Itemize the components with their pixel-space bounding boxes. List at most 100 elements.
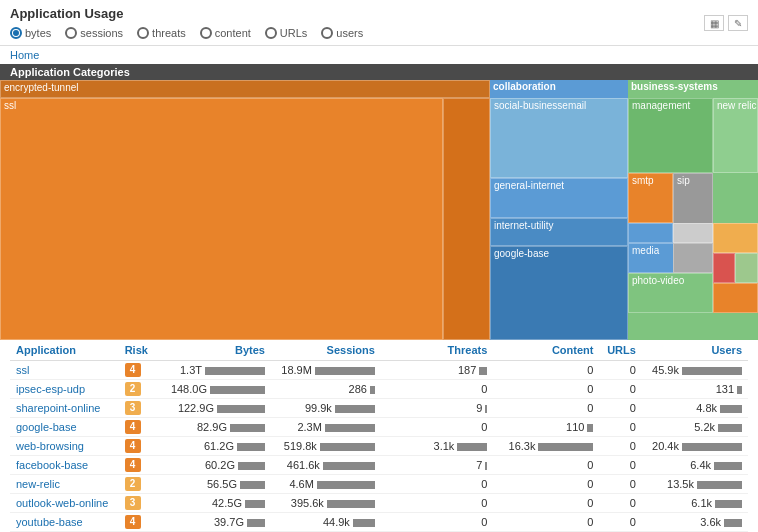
bar-users-5 [714, 462, 742, 470]
treemap-block-misc2[interactable] [713, 253, 735, 283]
cell-risk-6: 2 [119, 475, 156, 494]
app-link-7[interactable]: outlook-web-online [16, 497, 108, 509]
table-row: google-base482.9G2.3M011005.2k [10, 418, 748, 437]
cell-users-1: 131 [642, 380, 748, 399]
bar-bytes-6 [240, 481, 265, 489]
value-sessions-3: 2.3M [297, 421, 321, 433]
app-link-6[interactable]: new-relic [16, 478, 60, 490]
treemap-block-label-sip: sip [674, 174, 712, 187]
value-threats-8: 0 [481, 516, 487, 528]
cell-content-3: 110 [493, 418, 599, 437]
treemap-block-label-management: management [629, 99, 712, 112]
grid-view-button[interactable]: ▦ [704, 15, 724, 31]
radio-users[interactable]: users [321, 27, 363, 39]
treemap-block-social-business[interactable]: social-businessemail [490, 98, 628, 178]
value-content-3: 110 [566, 421, 584, 433]
radio-circle-threats [137, 27, 149, 39]
table-row: web-browsing461.2G519.8k3.1k16.3k020.4k [10, 437, 748, 456]
value-threats-1: 0 [481, 383, 487, 395]
value-bytes-2: 122.9G [178, 402, 214, 414]
radio-threats[interactable]: threats [137, 27, 186, 39]
value-threats-3: 0 [481, 421, 487, 433]
value-bytes-5: 60.2G [205, 459, 235, 471]
bar-bytes-7 [245, 500, 265, 508]
cell-bytes-8: 39.7G [155, 513, 271, 532]
radio-label-threats: threats [152, 27, 186, 39]
treemap-block-smtp-block[interactable]: smtp [628, 173, 673, 223]
value-users-8: 3.6k [700, 516, 721, 528]
bar-bytes-1 [210, 386, 265, 394]
value-users-1: 131 [716, 383, 734, 395]
cell-sessions-5: 461.6k [271, 456, 381, 475]
radio-bytes[interactable]: bytes [10, 27, 51, 39]
col-content: Content [493, 340, 599, 361]
value-threats-2: 9 [476, 402, 482, 414]
cell-users-5: 6.4k [642, 456, 748, 475]
app-link-1[interactable]: ipsec-esp-udp [16, 383, 85, 395]
treemap-block-management[interactable]: management [628, 98, 713, 173]
radio-URLs[interactable]: URLs [265, 27, 308, 39]
app-link-5[interactable]: facebook-base [16, 459, 88, 471]
treemap-block-ssl[interactable]: ssl [0, 98, 443, 340]
cell-bytes-5: 60.2G [155, 456, 271, 475]
app-link-8[interactable]: youtube-base [16, 516, 83, 528]
cell-sessions-6: 4.6M [271, 475, 381, 494]
radio-sessions[interactable]: sessions [65, 27, 123, 39]
value-users-0: 45.9k [652, 364, 679, 376]
treemap-block-label-social-business: social-businessemail [491, 99, 627, 112]
app-link-2[interactable]: sharepoint-online [16, 402, 100, 414]
treemap-block-new-relic-top[interactable]: new relic [713, 98, 758, 173]
treemap-block-misc7[interactable] [673, 243, 713, 273]
treemap-block-google-base[interactable]: google-base [490, 246, 628, 340]
treemap-block-internet-utility[interactable]: internet-utility [490, 218, 628, 246]
toolbar-right: ▦ ✎ [704, 15, 748, 31]
value-sessions-5: 461.6k [287, 459, 320, 471]
cell-app-1: ipsec-esp-udp [10, 380, 119, 399]
app-link-3[interactable]: google-base [16, 421, 77, 433]
bar-sessions-1 [370, 386, 375, 394]
risk-badge-2: 2 [125, 382, 141, 396]
treemap-block-encrypted-tunnel[interactable]: encrypted-tunnel [0, 80, 490, 98]
table-row: ipsec-esp-udp2148.0G286000131 [10, 380, 748, 399]
radio-circle-bytes [10, 27, 22, 39]
app-link-4[interactable]: web-browsing [16, 440, 84, 452]
treemap-block-label-general-internet: general-internet [491, 179, 627, 192]
bar-sessions-6 [317, 481, 375, 489]
treemap-block-misc3[interactable] [735, 253, 758, 283]
value-users-6: 13.5k [667, 478, 694, 490]
bar-threats-0 [479, 367, 487, 375]
cell-content-6: 0 [493, 475, 599, 494]
breadcrumb[interactable]: Home [0, 46, 758, 64]
value-users-7: 6.1k [691, 497, 712, 509]
risk-badge-4: 4 [125, 420, 141, 434]
treemap-block-misc4[interactable] [713, 283, 758, 313]
value-threats-7: 0 [481, 497, 487, 509]
treemap-block-photo-video[interactable]: photo-video [628, 273, 713, 313]
col-application: Application [10, 340, 119, 361]
treemap-block-general-internet[interactable]: general-internet [490, 178, 628, 218]
cell-bytes-0: 1.3T [155, 361, 271, 380]
edit-button[interactable]: ✎ [728, 15, 748, 31]
treemap-block-misc6[interactable] [673, 223, 713, 243]
app-link-0[interactable]: ssl [16, 364, 29, 376]
value-sessions-7: 395.6k [291, 497, 324, 509]
value-bytes-1: 148.0G [171, 383, 207, 395]
bar-threats-2 [485, 405, 487, 413]
cell-threats-1: 0 [381, 380, 493, 399]
cell-urls-0: 0 [599, 361, 641, 380]
cell-risk-2: 3 [119, 399, 156, 418]
value-users-3: 5.2k [694, 421, 715, 433]
cell-threats-0: 187 [381, 361, 493, 380]
treemap-block-misc1[interactable] [713, 223, 758, 253]
table-row: sharepoint-online3122.9G99.9k9004.8k [10, 399, 748, 418]
cell-urls-6: 0 [599, 475, 641, 494]
cell-content-0: 0 [493, 361, 599, 380]
cell-risk-8: 4 [119, 513, 156, 532]
bar-bytes-0 [205, 367, 265, 375]
radio-content[interactable]: content [200, 27, 251, 39]
treemap-block-ipsec-esp-udp[interactable] [443, 98, 490, 340]
treemap: networkingcollaborationbusiness-systemss… [0, 80, 758, 340]
radio-label-bytes: bytes [25, 27, 51, 39]
value-threats-4: 3.1k [434, 440, 455, 452]
treemap-block-misc5[interactable] [628, 223, 673, 243]
